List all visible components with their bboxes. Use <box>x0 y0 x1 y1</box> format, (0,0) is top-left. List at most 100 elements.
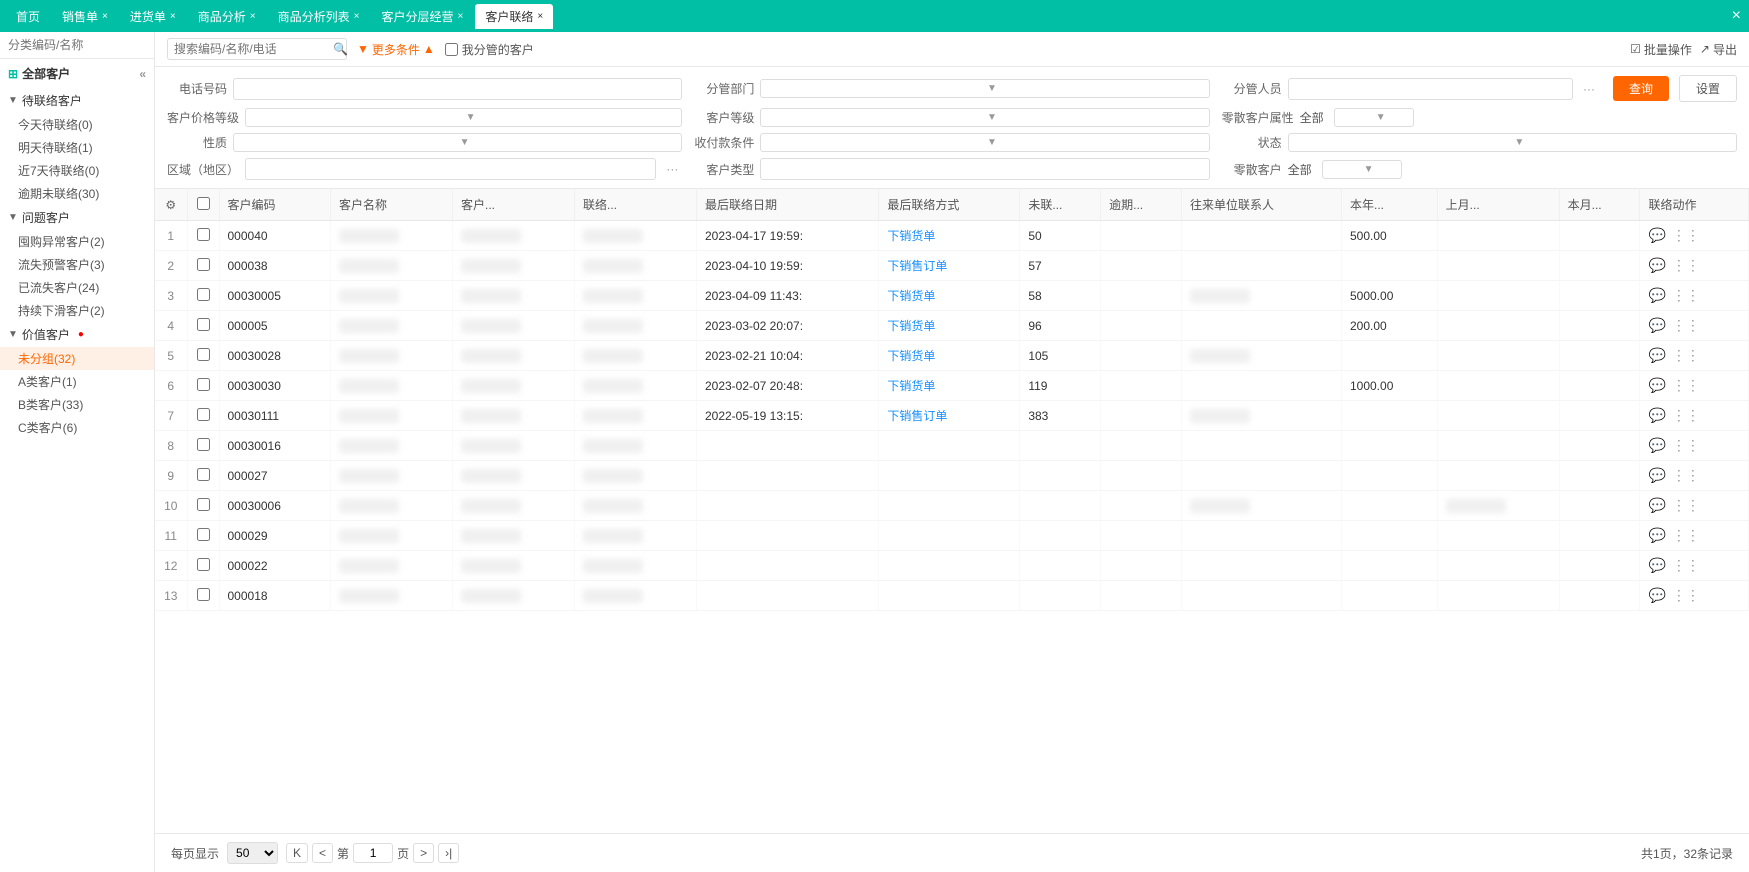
row-checkbox-cell[interactable] <box>187 311 219 341</box>
sidebar-section-title[interactable]: ▼ 价值客户● <box>0 322 154 347</box>
sidebar-item[interactable]: 已流失客户(24) <box>0 276 154 299</box>
row-checkbox-cell[interactable] <box>187 401 219 431</box>
row-checkbox-cell[interactable] <box>187 431 219 461</box>
last-page-btn[interactable]: ›| <box>438 843 459 863</box>
sidebar-item[interactable]: 持续下滑客户(2) <box>0 299 154 322</box>
method-link[interactable]: 下销货单 <box>887 319 935 333</box>
action-menu-icon[interactable]: ⋮⋮ <box>1672 347 1700 364</box>
query-button[interactable]: 查询 <box>1613 76 1669 101</box>
action-menu-icon[interactable]: ⋮⋮ <box>1672 287 1700 304</box>
filter-status-select[interactable]: ▼ <box>1288 133 1737 152</box>
tab-close-icon[interactable]: × <box>250 11 256 22</box>
method-link[interactable]: 下销售订单 <box>887 409 947 423</box>
nav-tab[interactable]: 客户联络× <box>475 4 553 29</box>
action-menu-icon[interactable]: ⋮⋮ <box>1672 317 1700 334</box>
row-checkbox-cell[interactable] <box>187 521 219 551</box>
filter-more-btn[interactable]: ▼ 更多条件 ▲ <box>357 41 435 58</box>
sidebar-item[interactable]: 未分组(32) <box>0 347 154 370</box>
filter-sparse-attr-select[interactable]: ▼ <box>1334 108 1414 127</box>
first-page-btn[interactable]: K <box>286 843 308 863</box>
tab-close-icon[interactable]: × <box>354 11 360 22</box>
tab-close-icon[interactable]: × <box>537 11 543 22</box>
sidebar-item[interactable]: A类客户(1) <box>0 370 154 393</box>
nav-tab[interactable]: 商品分析列表× <box>268 4 370 29</box>
action-menu-icon[interactable]: ⋮⋮ <box>1672 467 1700 484</box>
method-link[interactable]: 下销货单 <box>887 229 935 243</box>
action-chat-icon[interactable]: 💬 <box>1648 407 1665 424</box>
my-customers-filter[interactable]: 我分管的客户 <box>445 41 534 58</box>
table-settings-icon[interactable]: ⚙ <box>155 189 187 221</box>
method-link[interactable]: 下销货单 <box>887 349 935 363</box>
table-select-all[interactable] <box>187 189 219 221</box>
row-checkbox-cell[interactable] <box>187 371 219 401</box>
nav-tab[interactable]: 商品分析× <box>188 4 266 29</box>
sidebar-section-title[interactable]: ▼ 待联络客户 <box>0 88 154 113</box>
all-customers-label[interactable]: 全部客户 <box>22 65 70 82</box>
method-link[interactable]: 下销货单 <box>887 289 935 303</box>
row-checkbox-cell[interactable] <box>187 221 219 251</box>
nav-tab[interactable]: 客户分层经营× <box>371 4 473 29</box>
export-button[interactable]: ↗ 导出 <box>1700 41 1737 58</box>
row-checkbox[interactable] <box>197 438 210 451</box>
my-customers-checkbox[interactable] <box>445 43 458 56</box>
sidebar-item[interactable]: C类客户(6) <box>0 416 154 439</box>
sidebar-section-title[interactable]: ▼ 问题客户 <box>0 205 154 230</box>
action-menu-icon[interactable]: ⋮⋮ <box>1672 377 1700 394</box>
nav-tab[interactable]: 进货单× <box>120 4 186 29</box>
filter-dept-select[interactable]: ▼ <box>760 79 1209 98</box>
action-menu-icon[interactable]: ⋮⋮ <box>1672 407 1700 424</box>
row-checkbox[interactable] <box>197 498 210 511</box>
sidebar-item[interactable]: 流失预警客户(3) <box>0 253 154 276</box>
sidebar-item[interactable]: 近7天待联络(0) <box>0 159 154 182</box>
action-menu-icon[interactable]: ⋮⋮ <box>1672 557 1700 574</box>
sidebar-item[interactable]: 明天待联络(1) <box>0 136 154 159</box>
row-checkbox[interactable] <box>197 408 210 421</box>
filter-phone-input[interactable] <box>233 78 682 100</box>
tab-close-icon[interactable]: × <box>457 11 463 22</box>
sidebar-search-input[interactable] <box>8 38 155 52</box>
action-chat-icon[interactable]: 💬 <box>1648 467 1665 484</box>
row-checkbox[interactable] <box>197 318 210 331</box>
action-chat-icon[interactable]: 💬 <box>1648 377 1665 394</box>
tab-close-icon[interactable]: × <box>102 11 108 22</box>
filter-search-input[interactable] <box>174 42 329 56</box>
action-chat-icon[interactable]: 💬 <box>1648 437 1665 454</box>
action-menu-icon[interactable]: ⋮⋮ <box>1672 227 1700 244</box>
filter-price-level-select[interactable]: ▼ <box>245 108 682 127</box>
action-menu-icon[interactable]: ⋮⋮ <box>1672 497 1700 514</box>
row-checkbox-cell[interactable] <box>187 491 219 521</box>
action-menu-icon[interactable]: ⋮⋮ <box>1672 587 1700 604</box>
row-checkbox-cell[interactable] <box>187 461 219 491</box>
filter-cust-level-select[interactable]: ▼ <box>760 108 1209 127</box>
row-checkbox[interactable] <box>197 288 210 301</box>
filter-nature-select[interactable]: ▼ <box>233 133 682 152</box>
method-link[interactable]: 下销售订单 <box>887 259 947 273</box>
row-checkbox[interactable] <box>197 468 210 481</box>
per-page-select[interactable]: 50 20 100 <box>227 842 278 864</box>
sidebar-item[interactable]: 今天待联络(0) <box>0 113 154 136</box>
action-chat-icon[interactable]: 💬 <box>1648 527 1665 544</box>
next-page-btn[interactable]: > <box>413 843 434 863</box>
select-all-checkbox[interactable] <box>197 197 210 210</box>
row-checkbox[interactable] <box>197 348 210 361</box>
action-chat-icon[interactable]: 💬 <box>1648 347 1665 364</box>
action-menu-icon[interactable]: ⋮⋮ <box>1672 437 1700 454</box>
action-chat-icon[interactable]: 💬 <box>1648 257 1665 274</box>
filter-region-dots[interactable]: ··· <box>662 162 682 176</box>
nav-home[interactable]: 首页 <box>8 4 48 29</box>
row-checkbox-cell[interactable] <box>187 281 219 311</box>
filter-sparse-cust-select[interactable]: ▼ <box>1322 160 1402 179</box>
sidebar-item[interactable]: 逾期未联络(30) <box>0 182 154 205</box>
sidebar-item[interactable]: B类客户(33) <box>0 393 154 416</box>
row-checkbox[interactable] <box>197 228 210 241</box>
row-checkbox[interactable] <box>197 588 210 601</box>
sidebar-collapse-button[interactable]: « <box>139 67 146 81</box>
batch-ops-button[interactable]: ☑ 批量操作 <box>1630 41 1692 58</box>
row-checkbox[interactable] <box>197 558 210 571</box>
action-chat-icon[interactable]: 💬 <box>1648 317 1665 334</box>
row-checkbox-cell[interactable] <box>187 341 219 371</box>
action-menu-icon[interactable]: ⋮⋮ <box>1672 257 1700 274</box>
tab-close-icon[interactable]: × <box>170 11 176 22</box>
sidebar-item[interactable]: 囤购异常客户(2) <box>0 230 154 253</box>
row-checkbox-cell[interactable] <box>187 551 219 581</box>
